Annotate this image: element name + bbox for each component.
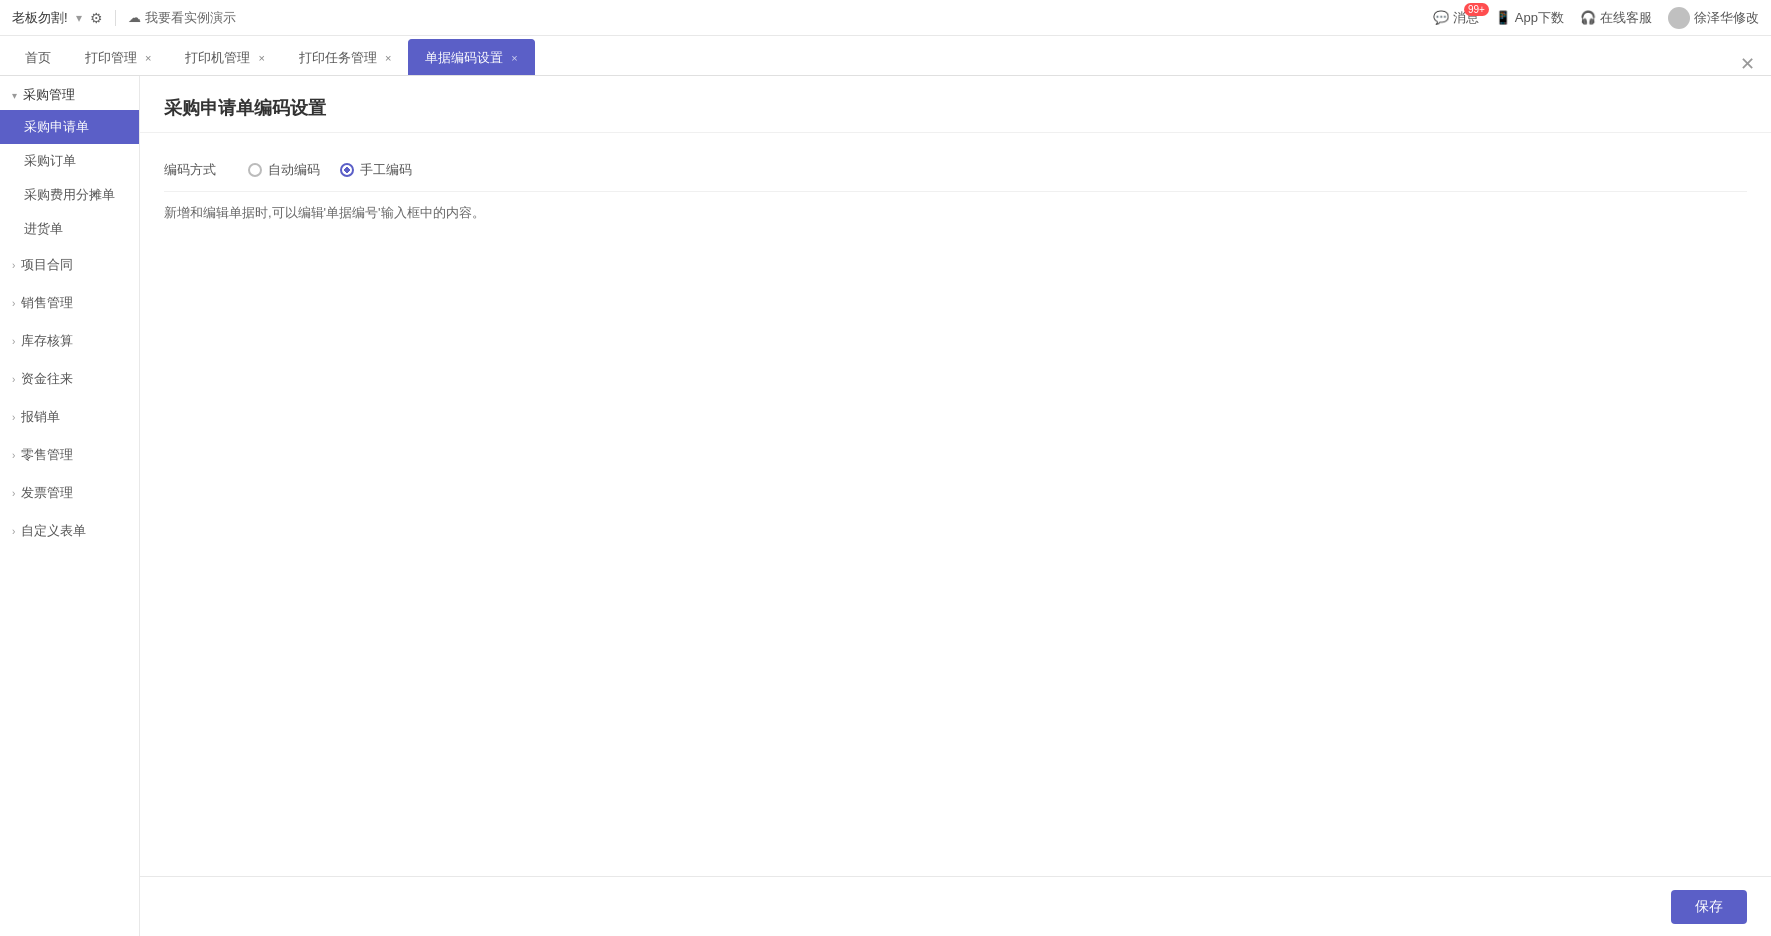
sidebar-group-retail-manage[interactable]: › 零售管理 — [0, 436, 139, 474]
chevron-right-icon: › — [12, 526, 15, 537]
content-area: 采购申请单编码设置 编码方式 自动编码 手工编码 新增和编辑单据时,可以编辑'单… — [140, 76, 1771, 936]
sidebar-item-label: 采购订单 — [24, 153, 76, 168]
radio-manual-label: 手工编码 — [360, 161, 412, 179]
demo-text: 我要看实例演示 — [145, 9, 236, 27]
radio-circle-manual — [340, 163, 354, 177]
sidebar-group-label: 零售管理 — [21, 446, 73, 464]
sidebar-group-label: 报销单 — [21, 408, 60, 426]
online-service-button[interactable]: 🎧 在线客服 — [1580, 9, 1652, 27]
user-profile[interactable]: 徐泽华修改 — [1668, 7, 1759, 29]
tab-print-manage-close[interactable]: × — [145, 52, 151, 64]
radio-auto-label: 自动编码 — [268, 161, 320, 179]
tab-barcode-setting-close[interactable]: × — [511, 52, 517, 64]
tab-bar-close-button[interactable]: ✕ — [1732, 53, 1763, 75]
page-title: 采购申请单编码设置 — [164, 98, 326, 118]
radio-group-encoding: 自动编码 手工编码 — [248, 161, 412, 179]
sidebar-group-custom-form[interactable]: › 自定义表单 — [0, 512, 139, 550]
tab-printer-manage-label: 打印机管理 — [185, 49, 250, 67]
save-button[interactable]: 保存 — [1671, 890, 1747, 924]
app-download-button[interactable]: 📱 App下数 — [1495, 9, 1564, 27]
tab-barcode-setting-label: 单据编码设置 — [425, 49, 503, 67]
sidebar-group-invoice-manage[interactable]: › 发票管理 — [0, 474, 139, 512]
tab-printer-manage-close[interactable]: × — [258, 52, 264, 64]
encoding-label: 编码方式 — [164, 161, 224, 179]
sidebar-item-label: 采购申请单 — [24, 119, 89, 134]
tab-barcode-setting[interactable]: 单据编码设置 × — [408, 39, 534, 75]
content-body: 编码方式 自动编码 手工编码 新增和编辑单据时,可以编辑'单据编号'输入框中的内… — [140, 133, 1771, 876]
tab-print-manage[interactable]: 打印管理 × — [68, 39, 168, 75]
online-service-label: 在线客服 — [1600, 9, 1652, 27]
divider — [115, 10, 116, 26]
radio-auto-encoding[interactable]: 自动编码 — [248, 161, 320, 179]
chevron-down-icon[interactable]: ▾ — [76, 11, 82, 25]
sidebar-section-purchase: ▾ 采购管理 采购申请单 采购订单 采购费用分摊单 进货单 — [0, 76, 139, 246]
sidebar-group-label: 库存核算 — [21, 332, 73, 350]
chevron-right-icon: › — [12, 488, 15, 499]
app-download-label: App下数 — [1515, 9, 1564, 27]
sidebar-group-return-sales[interactable]: › 报销单 — [0, 398, 139, 436]
sidebar-group-project-contract[interactable]: › 项目合同 — [0, 246, 139, 284]
cloud-icon: ☁ — [128, 10, 141, 25]
sidebar-item-purchase-expense[interactable]: 采购费用分摊单 — [0, 178, 139, 212]
top-bar-left: 老板勿割! ▾ ⚙ ☁ 我要看实例演示 — [12, 9, 236, 27]
headphone-icon: 🎧 — [1580, 10, 1596, 25]
phone-icon: 📱 — [1495, 10, 1511, 25]
message-badge: 99+ — [1464, 3, 1489, 16]
sidebar-group-inventory-calc[interactable]: › 库存核算 — [0, 322, 139, 360]
radio-circle-auto — [248, 163, 262, 177]
tab-bar: 首页 打印管理 × 打印机管理 × 打印任务管理 × 单据编码设置 × ✕ — [0, 36, 1771, 76]
sidebar-item-purchase-order[interactable]: 采购订单 — [0, 144, 139, 178]
content-header: 采购申请单编码设置 — [140, 76, 1771, 133]
close-icon: ✕ — [1740, 53, 1755, 75]
sidebar-group-capital-flow[interactable]: › 资金往来 — [0, 360, 139, 398]
chevron-right-icon: › — [12, 298, 15, 309]
sidebar-group-label: 自定义表单 — [21, 522, 86, 540]
chevron-right-icon: › — [12, 374, 15, 385]
tab-printer-manage[interactable]: 打印机管理 × — [168, 39, 281, 75]
hint-text: 新增和编辑单据时,可以编辑'单据编号'输入框中的内容。 — [164, 204, 1747, 222]
sidebar-group-purchase-label: 采购管理 — [23, 86, 75, 104]
radio-manual-encoding[interactable]: 手工编码 — [340, 161, 412, 179]
app-title: 老板勿割! — [12, 9, 68, 27]
sidebar-item-inbound[interactable]: 进货单 — [0, 212, 139, 246]
top-bar-right: 💬 消息 99+ 📱 App下数 🎧 在线客服 徐泽华修改 — [1433, 7, 1759, 29]
chevron-right-icon: › — [12, 336, 15, 347]
avatar — [1668, 7, 1690, 29]
sidebar-item-purchase-request[interactable]: 采购申请单 — [0, 110, 139, 144]
content-footer: 保存 — [140, 876, 1771, 936]
chevron-right-icon: › — [12, 260, 15, 271]
chevron-down-icon: ▾ — [12, 90, 17, 101]
tab-print-task-close[interactable]: × — [385, 52, 391, 64]
demo-link[interactable]: ☁ 我要看实例演示 — [128, 9, 236, 27]
gear-icon[interactable]: ⚙ — [90, 10, 103, 26]
sidebar-item-label: 进货单 — [24, 221, 63, 236]
sidebar-group-label: 项目合同 — [21, 256, 73, 274]
chevron-right-icon: › — [12, 412, 15, 423]
chevron-right-icon: › — [12, 450, 15, 461]
tab-print-manage-label: 打印管理 — [85, 49, 137, 67]
tab-print-task[interactable]: 打印任务管理 × — [282, 39, 408, 75]
sidebar-item-label: 采购费用分摊单 — [24, 187, 115, 202]
main-layout: ▾ 采购管理 采购申请单 采购订单 采购费用分摊单 进货单 › 项目合同 › 销… — [0, 76, 1771, 936]
sidebar-group-label: 销售管理 — [21, 294, 73, 312]
top-bar: 老板勿割! ▾ ⚙ ☁ 我要看实例演示 💬 消息 99+ 📱 App下数 🎧 在… — [0, 0, 1771, 36]
sidebar-group-label: 资金往来 — [21, 370, 73, 388]
tab-home-label: 首页 — [25, 49, 51, 67]
sidebar-group-sales-manage[interactable]: › 销售管理 — [0, 284, 139, 322]
user-name: 徐泽华修改 — [1694, 9, 1759, 27]
sidebar-group-purchase-manage[interactable]: ▾ 采购管理 — [0, 76, 139, 110]
sidebar: ▾ 采购管理 采购申请单 采购订单 采购费用分摊单 进货单 › 项目合同 › 销… — [0, 76, 140, 936]
tab-home[interactable]: 首页 — [8, 39, 68, 75]
message-icon: 💬 — [1433, 10, 1449, 25]
tab-print-task-label: 打印任务管理 — [299, 49, 377, 67]
sidebar-group-label: 发票管理 — [21, 484, 73, 502]
encoding-row: 编码方式 自动编码 手工编码 — [164, 149, 1747, 192]
message-button[interactable]: 💬 消息 99+ — [1433, 9, 1479, 27]
